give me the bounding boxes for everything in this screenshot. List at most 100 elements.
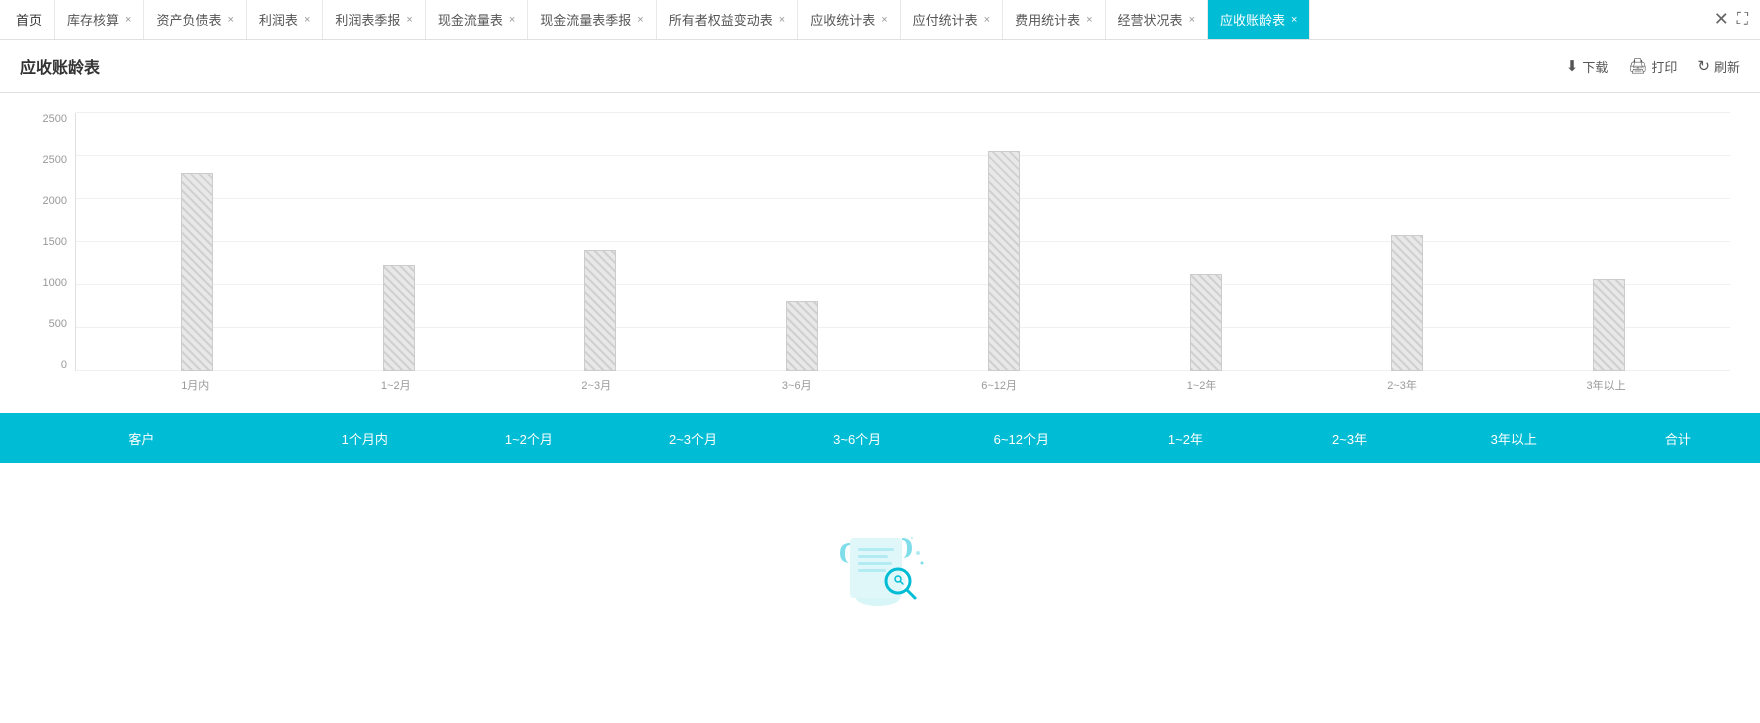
th-3-6month: 3~6个月 <box>775 429 939 448</box>
th-3plus-year: 3年以上 <box>1432 429 1596 448</box>
tab-cashflow-quarterly-label: 现金流量表季报 <box>540 10 631 29</box>
th-1-2month: 1~2个月 <box>447 429 611 448</box>
tab-aging-label: 应收账龄表 <box>1220 10 1285 29</box>
th-6-12month: 6~12个月 <box>939 429 1103 448</box>
window-maximize-icon[interactable]: ⛶ <box>1737 11 1748 29</box>
x-label-5: 1~2年 <box>1186 377 1218 393</box>
y-axis: 0 500 1000 1500 2000 2500 2500 <box>30 113 75 393</box>
y-label-500: 500 <box>49 318 67 330</box>
tab-profit-quarterly-label: 利润表季报 <box>335 10 400 29</box>
download-icon: ⬇ <box>1566 57 1579 75</box>
x-axis: 1月内 1~2月 2~3月 3~6月 6~12月 1~2年 2~3年 3年以上 <box>75 371 1730 393</box>
y-label-1000: 1000 <box>43 277 67 289</box>
tab-aging-close[interactable]: × <box>1291 14 1297 26</box>
bar-group-4 <box>988 151 1020 371</box>
tab-equity[interactable]: 所有者权益变动表 × <box>657 0 798 40</box>
tab-profit[interactable]: 利润表 × <box>247 0 323 40</box>
tab-operation-label: 经营状况表 <box>1118 10 1183 29</box>
th-customer: 客户 <box>0 429 283 448</box>
tab-inventory-close[interactable]: × <box>125 14 131 26</box>
tab-receivable-stat-close[interactable]: × <box>881 14 887 26</box>
y-label-2500b: 2500 <box>43 113 67 125</box>
download-button[interactable]: ⬇ 下载 <box>1566 57 1609 76</box>
tab-inventory[interactable]: 库存核算 × <box>55 0 144 40</box>
chart-container: 0 500 1000 1500 2000 2500 2500 <box>30 113 1730 393</box>
bar-2 <box>584 250 616 371</box>
tab-bar-actions: ✕ ⛶ <box>1714 9 1756 30</box>
tab-profit-quarterly-close[interactable]: × <box>406 14 412 26</box>
x-label-4: 6~12月 <box>981 377 1017 393</box>
y-label-2500a: 2500 <box>43 154 67 166</box>
empty-state-icon <box>830 523 930 613</box>
tab-cashflow-label: 现金流量表 <box>438 10 503 29</box>
y-label-1500: 1500 <box>43 236 67 248</box>
th-1-2year: 1~2年 <box>1103 429 1267 448</box>
tab-operation-close[interactable]: × <box>1189 14 1195 26</box>
bar-1 <box>383 265 415 371</box>
print-label: 打印 <box>1651 57 1677 76</box>
tab-expense-stat-close[interactable]: × <box>1086 14 1092 26</box>
tab-balance-sheet-close[interactable]: × <box>227 14 233 26</box>
main-content: 0 500 1000 1500 2000 2500 2500 <box>0 93 1760 723</box>
bar-6 <box>1391 235 1423 371</box>
tab-cashflow-quarterly-close[interactable]: × <box>637 14 643 26</box>
tab-profit-label: 利润表 <box>259 10 298 29</box>
chart-plot: 1月内 1~2月 2~3月 3~6月 6~12月 1~2年 2~3年 3年以上 <box>75 113 1730 393</box>
page-header: 应收账龄表 ⬇ 下载 🖨 打印 ↻ 刷新 <box>0 40 1760 93</box>
chart-area: 0 500 1000 1500 2000 2500 2500 <box>0 93 1760 403</box>
page-title: 应收账龄表 <box>20 54 100 78</box>
th-2-3year: 2~3年 <box>1268 429 1432 448</box>
refresh-icon: ↻ <box>1697 57 1710 75</box>
tab-operation[interactable]: 经营状况表 × <box>1106 0 1208 40</box>
print-icon: 🖨 <box>1628 57 1647 75</box>
tab-payable-stat-label: 应付统计表 <box>913 10 978 29</box>
print-button[interactable]: 🖨 打印 <box>1628 57 1677 76</box>
bars-row <box>76 113 1730 371</box>
tab-payable-stat-close[interactable]: × <box>984 14 990 26</box>
bar-group-3 <box>786 301 818 371</box>
window-close-icon[interactable]: ✕ <box>1714 9 1729 30</box>
tab-profit-quarterly[interactable]: 利润表季报 × <box>323 0 425 40</box>
refresh-button[interactable]: ↻ 刷新 <box>1697 57 1740 76</box>
tab-inventory-label: 库存核算 <box>67 10 119 29</box>
x-label-3: 3~6月 <box>781 377 813 393</box>
th-2-3month: 2~3个月 <box>611 429 775 448</box>
empty-icon-container <box>830 523 930 613</box>
tab-receivable-stat-label: 应收统计表 <box>810 10 875 29</box>
bar-group-0 <box>181 173 213 371</box>
table-header: 客户 1个月内 1~2个月 2~3个月 3~6个月 6~12个月 1~2年 2~… <box>0 413 1760 463</box>
x-label-7: 3年以上 <box>1587 377 1626 393</box>
page-actions: ⬇ 下载 🖨 打印 ↻ 刷新 <box>1566 57 1740 76</box>
x-label-6: 2~3年 <box>1386 377 1418 393</box>
tab-bar: 首页 库存核算 × 资产负债表 × 利润表 × 利润表季报 × 现金流量表 × … <box>0 0 1760 40</box>
tab-cashflow[interactable]: 现金流量表 × <box>426 0 528 40</box>
bar-4 <box>988 151 1020 371</box>
tab-home-label: 首页 <box>16 10 42 29</box>
tab-balance-sheet[interactable]: 资产负债表 × <box>144 0 246 40</box>
tab-aging[interactable]: 应收账龄表 × <box>1208 0 1310 40</box>
tab-receivable-stat[interactable]: 应收统计表 × <box>798 0 900 40</box>
tab-cashflow-close[interactable]: × <box>509 14 515 26</box>
grid-and-bars <box>75 113 1730 371</box>
download-label: 下载 <box>1582 57 1608 76</box>
y-label-0: 0 <box>61 359 67 371</box>
tab-cashflow-quarterly[interactable]: 现金流量表季报 × <box>528 0 656 40</box>
bar-group-2 <box>584 250 616 371</box>
tab-equity-close[interactable]: × <box>779 14 785 26</box>
th-total: 合计 <box>1596 429 1760 448</box>
tab-equity-label: 所有者权益变动表 <box>669 10 773 29</box>
tab-payable-stat[interactable]: 应付统计表 × <box>901 0 1003 40</box>
tab-profit-close[interactable]: × <box>304 14 310 26</box>
bar-7 <box>1593 279 1625 371</box>
x-label-2: 2~3月 <box>580 377 612 393</box>
tab-expense-stat-label: 费用统计表 <box>1015 10 1080 29</box>
tab-balance-sheet-label: 资产负债表 <box>156 10 221 29</box>
bar-0 <box>181 173 213 371</box>
bar-group-6 <box>1391 235 1423 371</box>
tab-expense-stat[interactable]: 费用统计表 × <box>1003 0 1105 40</box>
x-label-1: 1~2月 <box>380 377 412 393</box>
x-label-0: 1月内 <box>179 377 211 393</box>
bar-group-5 <box>1190 274 1222 371</box>
tab-home[interactable]: 首页 <box>4 0 55 40</box>
bar-group-1 <box>383 265 415 371</box>
